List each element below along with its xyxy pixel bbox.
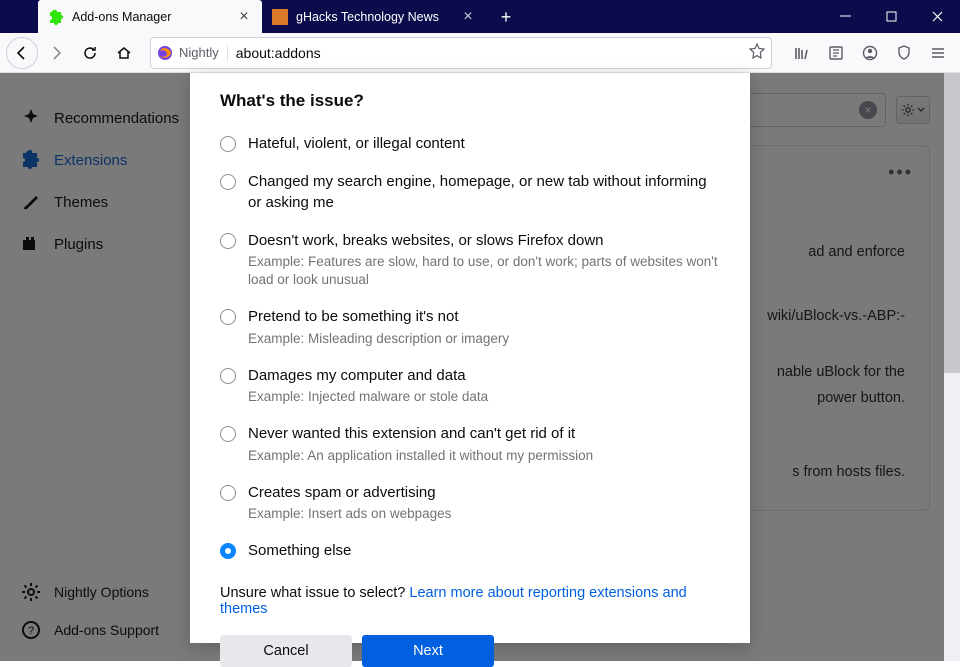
titlebar: Add-ons Manager × gHacks Technology News…: [0, 0, 960, 33]
option-label: Damages my computer and data: [248, 366, 720, 386]
option-example: Example: Features are slow, hard to use,…: [248, 253, 720, 289]
close-window-button[interactable]: [914, 0, 960, 33]
report-issue-modal: What's the issue? Hateful, violent, or i…: [190, 73, 750, 643]
maximize-button[interactable]: [868, 0, 914, 33]
window-controls: [822, 0, 960, 33]
url-text: about:addons: [236, 45, 741, 61]
radio-icon[interactable]: [220, 426, 236, 442]
issue-option[interactable]: Hateful, violent, or illegal content: [220, 125, 720, 163]
radio-icon[interactable]: [220, 309, 236, 325]
option-label: Hateful, violent, or illegal content: [248, 134, 720, 154]
option-label: Something else: [248, 541, 720, 561]
close-icon[interactable]: ×: [236, 9, 252, 25]
option-label: Never wanted this extension and can't ge…: [248, 424, 720, 444]
tab-ghacks[interactable]: gHacks Technology News ×: [262, 0, 486, 33]
option-example: Example: Misleading description or image…: [248, 330, 720, 348]
tab-title: Add-ons Manager: [72, 10, 236, 24]
library-button[interactable]: [786, 37, 818, 69]
account-button[interactable]: [854, 37, 886, 69]
url-bar[interactable]: Nightly about:addons: [150, 37, 772, 69]
minimize-button[interactable]: [822, 0, 868, 33]
option-example: Example: An application installed it wit…: [248, 447, 720, 465]
radio-icon[interactable]: [220, 233, 236, 249]
issue-option[interactable]: Something else: [220, 532, 720, 570]
scrollbar-thumb[interactable]: [944, 73, 960, 373]
option-label: Pretend to be something it's not: [248, 307, 720, 327]
next-button[interactable]: Next: [362, 635, 494, 667]
reader-button[interactable]: [820, 37, 852, 69]
identity-box[interactable]: Nightly: [157, 45, 228, 61]
toolbar-right: [782, 37, 954, 69]
close-icon[interactable]: ×: [460, 9, 476, 25]
help-text: Unsure what issue to select? Learn more …: [220, 585, 720, 617]
radio-icon[interactable]: [220, 485, 236, 501]
modal-title: What's the issue?: [220, 91, 720, 111]
new-tab-button[interactable]: +: [492, 3, 520, 31]
option-label: Changed my search engine, homepage, or n…: [248, 172, 720, 213]
issue-option[interactable]: Damages my computer and data Example: Inj…: [220, 357, 720, 415]
tab-addons-manager[interactable]: Add-ons Manager ×: [38, 0, 262, 33]
option-example: Example: Insert ads on webpages: [248, 505, 720, 523]
home-button[interactable]: [108, 37, 140, 69]
vertical-scrollbar[interactable]: [944, 73, 960, 661]
shield-icon[interactable]: [888, 37, 920, 69]
radio-icon[interactable]: [220, 136, 236, 152]
issue-option[interactable]: Changed my search engine, homepage, or n…: [220, 163, 720, 222]
back-button[interactable]: [6, 37, 38, 69]
puzzle-icon: [48, 9, 64, 25]
forward-button[interactable]: [40, 37, 72, 69]
identity-label: Nightly: [179, 45, 219, 60]
bookmark-star-icon[interactable]: [749, 43, 765, 62]
tabs-strip: Add-ons Manager × gHacks Technology News…: [0, 0, 822, 33]
option-example: Example: Injected malware or stole data: [248, 388, 720, 406]
content-area: Recommendations Extensions Themes Plugin…: [0, 73, 960, 661]
reload-button[interactable]: [74, 37, 106, 69]
nav-toolbar: Nightly about:addons: [0, 33, 960, 73]
app-menu-button[interactable]: [922, 37, 954, 69]
issue-option[interactable]: Never wanted this extension and can't ge…: [220, 415, 720, 473]
radio-icon[interactable]: [220, 543, 236, 559]
firefox-icon: [157, 45, 173, 61]
tab-title: gHacks Technology News: [296, 10, 460, 24]
cancel-button[interactable]: Cancel: [220, 635, 352, 667]
option-label: Creates spam or advertising: [248, 483, 720, 503]
issue-option[interactable]: Pretend to be something it's not Example:…: [220, 298, 720, 356]
radio-icon[interactable]: [220, 368, 236, 384]
radio-icon[interactable]: [220, 174, 236, 190]
help-prefix: Unsure what issue to select?: [220, 585, 409, 601]
issue-option[interactable]: Doesn't work, breaks websites, or slows …: [220, 222, 720, 299]
option-label: Doesn't work, breaks websites, or slows …: [248, 231, 720, 251]
site-favicon: [272, 9, 288, 25]
issue-option[interactable]: Creates spam or advertising Example: Inse…: [220, 474, 720, 532]
